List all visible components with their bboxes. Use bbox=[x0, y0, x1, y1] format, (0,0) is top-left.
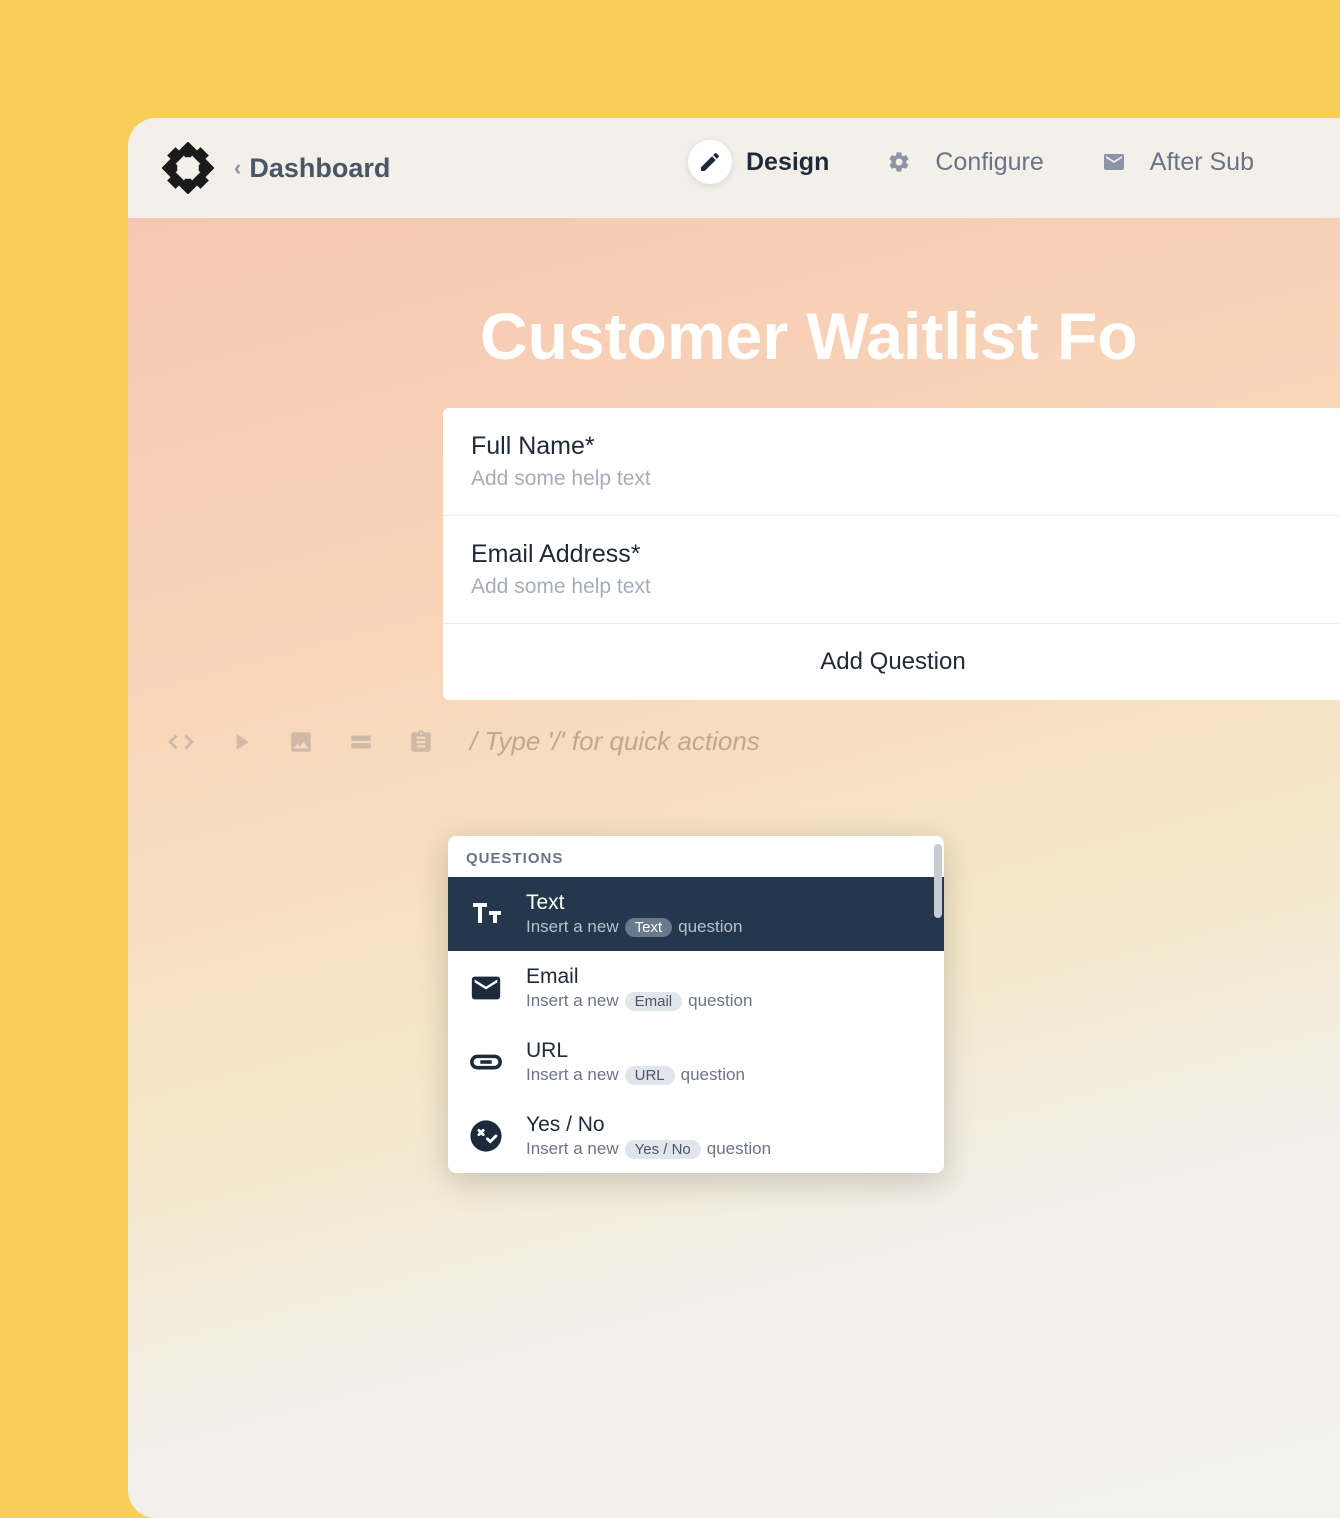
tab-label: Design bbox=[746, 148, 829, 177]
question-help: Add some help text bbox=[471, 575, 1315, 599]
quick-actions-dropdown: QUESTIONS Text Insert a new Text questio… bbox=[448, 836, 944, 1173]
dropdown-item-title: Text bbox=[526, 891, 926, 915]
tab-design[interactable]: Design bbox=[688, 140, 829, 184]
question-full-name[interactable]: Full Name* Add some help text bbox=[443, 408, 1340, 516]
mail-icon bbox=[1092, 140, 1136, 184]
gear-icon bbox=[877, 140, 921, 184]
logo-icon bbox=[162, 142, 214, 194]
tab-configure[interactable]: Configure bbox=[877, 140, 1043, 184]
dropdown-item-yes-no[interactable]: Yes / No Insert a new Yes / No question bbox=[448, 1099, 944, 1173]
topbar: ‹ Dashboard Design Configure After Su bbox=[128, 118, 1340, 218]
chevron-left-icon: ‹ bbox=[234, 155, 241, 181]
mail-icon bbox=[466, 968, 506, 1008]
play-icon[interactable] bbox=[226, 727, 256, 757]
question-label: Email Address* bbox=[471, 540, 1315, 569]
dropdown-item-title: URL bbox=[526, 1039, 926, 1063]
breadcrumb[interactable]: ‹ Dashboard bbox=[234, 153, 390, 184]
dropdown-item-desc: Insert a new Email question bbox=[526, 991, 926, 1011]
dropdown-item-desc: Insert a new URL question bbox=[526, 1065, 926, 1085]
tab-label: Configure bbox=[935, 148, 1043, 177]
image-icon[interactable] bbox=[286, 727, 316, 757]
scrollbar-thumb[interactable] bbox=[934, 844, 942, 918]
type-pill: Text bbox=[625, 918, 673, 937]
yes-no-icon bbox=[466, 1116, 506, 1156]
design-canvas: Customer Waitlist Fo Full Name* Add some… bbox=[128, 218, 1340, 1518]
type-pill: Email bbox=[625, 992, 683, 1011]
slash-placeholder[interactable]: / Type '/' for quick actions bbox=[470, 726, 760, 757]
question-label: Full Name* bbox=[471, 432, 1315, 461]
dropdown-item-text[interactable]: Text Insert a new Text question bbox=[448, 877, 944, 951]
dropdown-item-email[interactable]: Email Insert a new Email question bbox=[448, 951, 944, 1025]
clipboard-icon[interactable] bbox=[406, 727, 436, 757]
dropdown-item-title: Email bbox=[526, 965, 926, 989]
text-type-icon bbox=[466, 894, 506, 934]
dropdown-item-desc: Insert a new Yes / No question bbox=[526, 1139, 926, 1159]
tab-after-submit[interactable]: After Sub bbox=[1092, 140, 1254, 184]
type-pill: URL bbox=[625, 1066, 675, 1085]
app-logo[interactable] bbox=[160, 140, 216, 196]
form-card: Full Name* Add some help text Email Addr… bbox=[443, 408, 1340, 700]
add-question-button[interactable]: Add Question bbox=[443, 624, 1340, 700]
tabs: Design Configure After Sub bbox=[688, 140, 1254, 184]
type-pill: Yes / No bbox=[625, 1140, 701, 1159]
breadcrumb-label: Dashboard bbox=[249, 153, 390, 184]
tab-label: After Sub bbox=[1150, 148, 1254, 177]
app-window: ‹ Dashboard Design Configure After Su bbox=[128, 118, 1340, 1518]
pencil-icon bbox=[688, 140, 732, 184]
divider-icon[interactable] bbox=[346, 727, 376, 757]
dropdown-item-url[interactable]: URL Insert a new URL question bbox=[448, 1025, 944, 1099]
dropdown-section-label: QUESTIONS bbox=[448, 836, 944, 877]
dropdown-item-desc: Insert a new Text question bbox=[526, 917, 926, 937]
form-title[interactable]: Customer Waitlist Fo bbox=[128, 298, 1340, 374]
link-icon bbox=[466, 1042, 506, 1082]
block-toolbar: / Type '/' for quick actions bbox=[166, 726, 1340, 757]
question-help: Add some help text bbox=[471, 467, 1315, 491]
dropdown-item-title: Yes / No bbox=[526, 1113, 926, 1137]
question-email[interactable]: Email Address* Add some help text bbox=[443, 516, 1340, 624]
code-icon[interactable] bbox=[166, 727, 196, 757]
